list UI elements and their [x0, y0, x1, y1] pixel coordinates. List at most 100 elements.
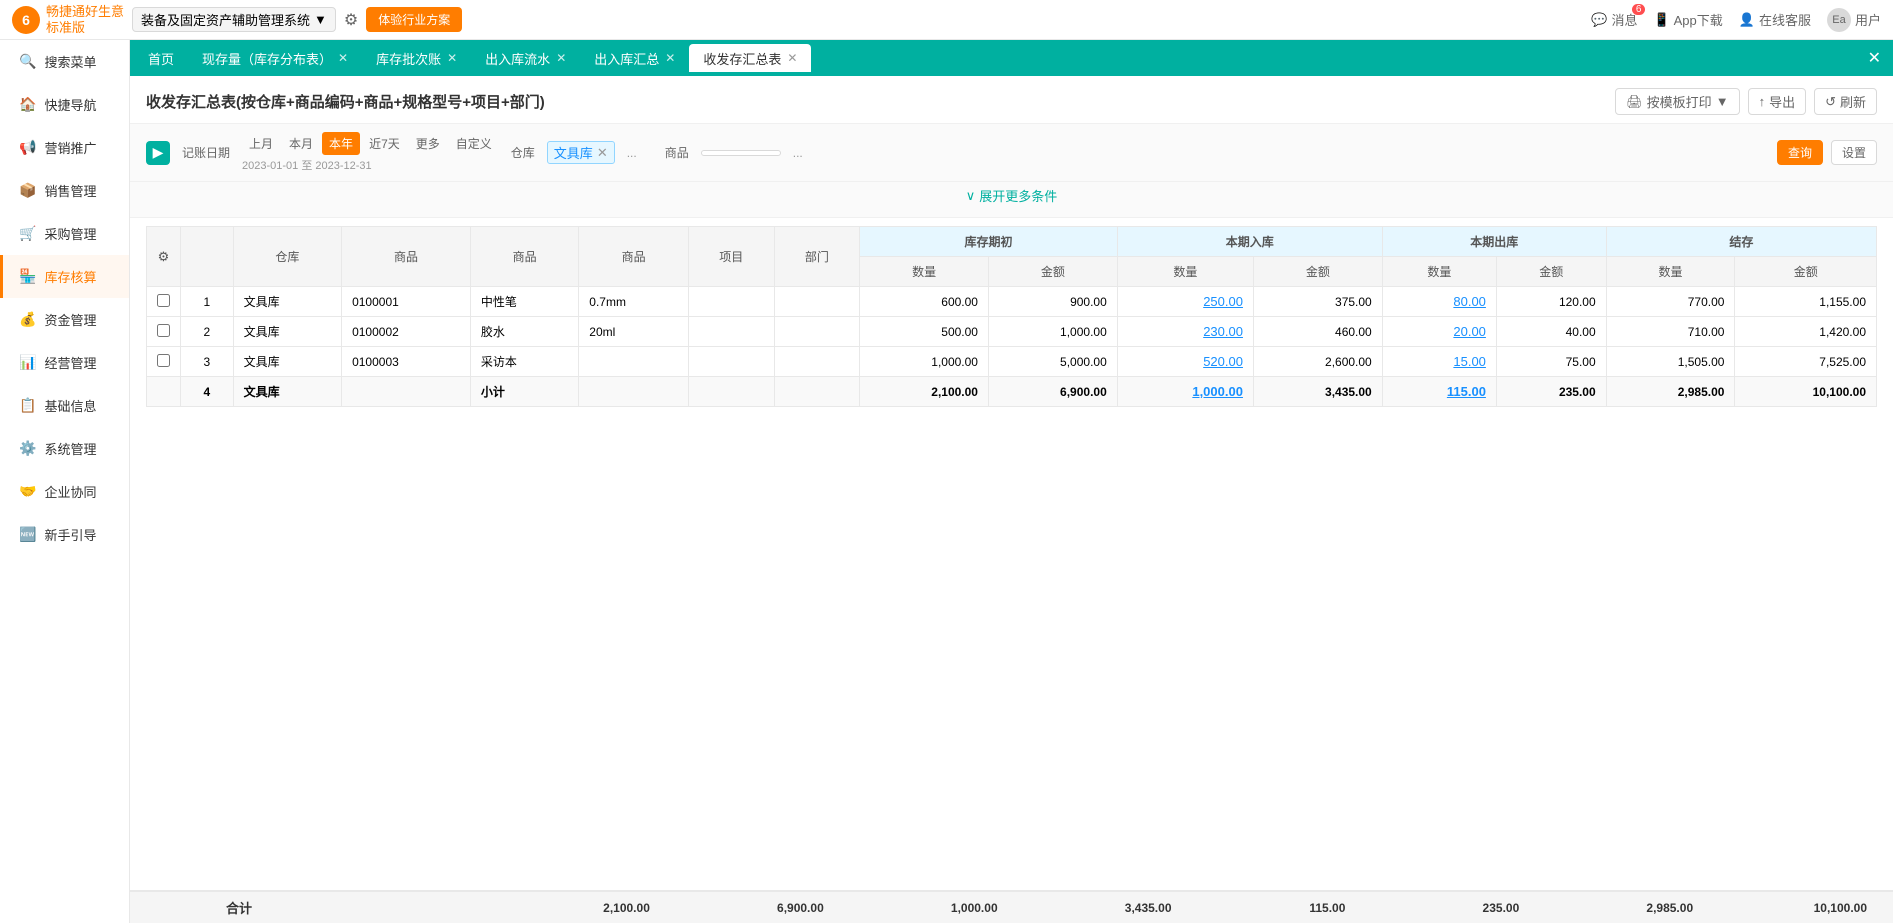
header-right: 💬 消息 6 📱 App下载 👤 在线客服 Ea 用户: [1591, 8, 1881, 32]
col-code: 商品: [342, 227, 471, 287]
sidebar-item-finance[interactable]: 💰 资金管理: [0, 298, 129, 341]
total-close-amt: 10,100.00: [1703, 901, 1877, 915]
sidebar-item-quick-nav[interactable]: 🏠 快捷导航: [0, 83, 129, 126]
tab-home[interactable]: 首页: [134, 44, 188, 72]
sub-close-qty: 数量: [1606, 257, 1735, 287]
message-btn[interactable]: 💬 消息 6: [1591, 10, 1637, 29]
tab-batch[interactable]: 库存批次账 ✕: [362, 44, 471, 72]
date-shortcuts: 上月 本月 本年 近7天 更多 自定义: [242, 132, 499, 155]
filter-toggle-btn[interactable]: ▶: [146, 141, 170, 165]
goods-more[interactable]: ...: [793, 146, 803, 160]
tab-batch-close[interactable]: ✕: [447, 51, 457, 65]
tab-flow-close[interactable]: ✕: [556, 51, 566, 65]
row1-close-amt: 1,155.00: [1735, 287, 1877, 317]
sidebar-item-system[interactable]: ⚙️ 系统管理: [0, 427, 129, 470]
sidebar-item-basic-info[interactable]: 📋 基础信息: [0, 384, 129, 427]
sidebar-label-guide: 新手引导: [44, 525, 96, 544]
refresh-btn[interactable]: ↺ 刷新: [1814, 88, 1877, 115]
sidebar-label-basic-info: 基础信息: [44, 396, 96, 415]
row3-open-qty: 1,000.00: [860, 347, 989, 377]
tab-stock-dist-close[interactable]: ✕: [338, 51, 348, 65]
sidebar-label-marketing: 营销推广: [44, 138, 96, 157]
row1-check[interactable]: [147, 287, 181, 317]
tab-recv-send-close[interactable]: ✕: [787, 51, 797, 65]
online-service-btn[interactable]: 👤 在线客服: [1739, 10, 1811, 29]
export-btn[interactable]: ↑ 导出: [1748, 88, 1807, 115]
warehouse-remove-icon[interactable]: ✕: [597, 145, 608, 161]
tab-flow[interactable]: 出入库流水 ✕: [471, 44, 580, 72]
experience-btn[interactable]: 体验行业方案: [366, 7, 462, 32]
system-selector[interactable]: 装备及固定资产辅助管理系统 ▼: [132, 7, 336, 32]
print-chevron: ▼: [1716, 94, 1729, 109]
date-btn-more[interactable]: 更多: [409, 132, 447, 155]
sidebar-item-marketing[interactable]: 📢 营销推广: [0, 126, 129, 169]
sidebar-item-inventory[interactable]: 🏪 库存核算: [0, 255, 129, 298]
row2-in-qty[interactable]: 230.00: [1117, 317, 1253, 347]
table-row: 1 文具库 0100001 中性笔 0.7mm 600.00 900.00 25…: [147, 287, 1877, 317]
sidebar-item-sales[interactable]: 📦 销售管理: [0, 169, 129, 212]
subtotal-in-qty-link[interactable]: 1,000.00: [1192, 384, 1243, 399]
goods-input[interactable]: [701, 150, 781, 156]
col-in: 本期入库: [1117, 227, 1382, 257]
warehouse-tag[interactable]: 文具库 ✕: [547, 141, 615, 164]
date-btn-7days[interactable]: 近7天: [362, 132, 407, 155]
settings-icon[interactable]: ⚙: [344, 10, 358, 30]
query-btn[interactable]: 查询: [1777, 140, 1823, 165]
subtotal-in-qty[interactable]: 1,000.00: [1117, 377, 1253, 407]
tab-summary-close[interactable]: ✕: [665, 51, 675, 65]
tab-close-all[interactable]: ✕: [1860, 48, 1889, 68]
refresh-label: 刷新: [1840, 92, 1866, 111]
user-btn[interactable]: Ea 用户: [1827, 8, 1881, 32]
row2-close-amt: 1,420.00: [1735, 317, 1877, 347]
sidebar-item-cooperation[interactable]: 🤝 企业协同: [0, 470, 129, 513]
tab-stock-dist[interactable]: 现存量（库存分布表） ✕: [188, 44, 362, 72]
subtotal-out-qty[interactable]: 115.00: [1382, 377, 1496, 407]
row1-num: 1: [181, 287, 234, 317]
subtotal-row: 4 文具库 小计 2,100.00 6,900.00 1,000.00 3,43…: [147, 377, 1877, 407]
footer-values: 2,100.00 6,900.00 1,000.00 3,435.00 115.…: [486, 901, 1877, 915]
col-dept: 部门: [774, 227, 860, 287]
row2-in-qty-link[interactable]: 230.00: [1203, 324, 1243, 339]
row1-open-qty: 600.00: [860, 287, 989, 317]
col-settings[interactable]: ⚙: [147, 227, 181, 287]
col-name: 商品: [470, 227, 578, 287]
row3-out-qty-link[interactable]: 15.00: [1453, 354, 1486, 369]
sidebar-label-finance: 资金管理: [44, 310, 96, 329]
sidebar-label-purchase: 采购管理: [44, 224, 96, 243]
tab-summary[interactable]: 出入库汇总 ✕: [580, 44, 689, 72]
date-btn-this-month[interactable]: 本月: [282, 132, 320, 155]
row1-out-qty-link[interactable]: 80.00: [1453, 294, 1486, 309]
sidebar-item-guide[interactable]: 🆕 新手引导: [0, 513, 129, 556]
row1-in-qty-link[interactable]: 250.00: [1203, 294, 1243, 309]
row2-out-qty-link[interactable]: 20.00: [1453, 324, 1486, 339]
row3-in-qty-link[interactable]: 520.00: [1203, 354, 1243, 369]
row2-warehouse: 文具库: [233, 317, 341, 347]
date-btn-last-month[interactable]: 上月: [242, 132, 280, 155]
row3-close-qty: 1,505.00: [1606, 347, 1735, 377]
col-num: [181, 227, 234, 287]
col-warehouse: 仓库: [233, 227, 341, 287]
sidebar-item-purchase[interactable]: 🛒 采购管理: [0, 212, 129, 255]
total-in-qty: 1,000.00: [834, 901, 1008, 915]
subtotal-out-qty-link[interactable]: 115.00: [1447, 384, 1486, 399]
print-btn[interactable]: 🖨 按模板打印 ▼: [1615, 88, 1739, 115]
warehouse-more[interactable]: ...: [627, 146, 637, 160]
settings-btn[interactable]: 设置: [1831, 140, 1877, 165]
row2-out-qty[interactable]: 20.00: [1382, 317, 1496, 347]
expand-conditions-btn[interactable]: ∨ 展开更多条件: [958, 182, 1066, 209]
row3-in-qty[interactable]: 520.00: [1117, 347, 1253, 377]
row1-in-qty[interactable]: 250.00: [1117, 287, 1253, 317]
page-content: 收发存汇总表(按仓库+商品编码+商品+规格型号+项目+部门) 🖨 按模板打印 ▼…: [130, 76, 1893, 923]
sidebar-item-operations[interactable]: 📊 经营管理: [0, 341, 129, 384]
total-out-amt: 235.00: [1355, 901, 1529, 915]
row3-check[interactable]: [147, 347, 181, 377]
app-download-btn[interactable]: 📱 App下载: [1653, 10, 1722, 29]
row3-out-qty[interactable]: 15.00: [1382, 347, 1496, 377]
export-icon: ↑: [1759, 94, 1766, 109]
date-btn-custom[interactable]: 自定义: [449, 132, 499, 155]
row1-out-qty[interactable]: 80.00: [1382, 287, 1496, 317]
tab-recv-send[interactable]: 收发存汇总表 ✕: [689, 44, 811, 72]
sidebar-item-search[interactable]: 🔍 搜索菜单: [0, 40, 129, 83]
row2-check[interactable]: [147, 317, 181, 347]
date-btn-this-year[interactable]: 本年: [322, 132, 360, 155]
